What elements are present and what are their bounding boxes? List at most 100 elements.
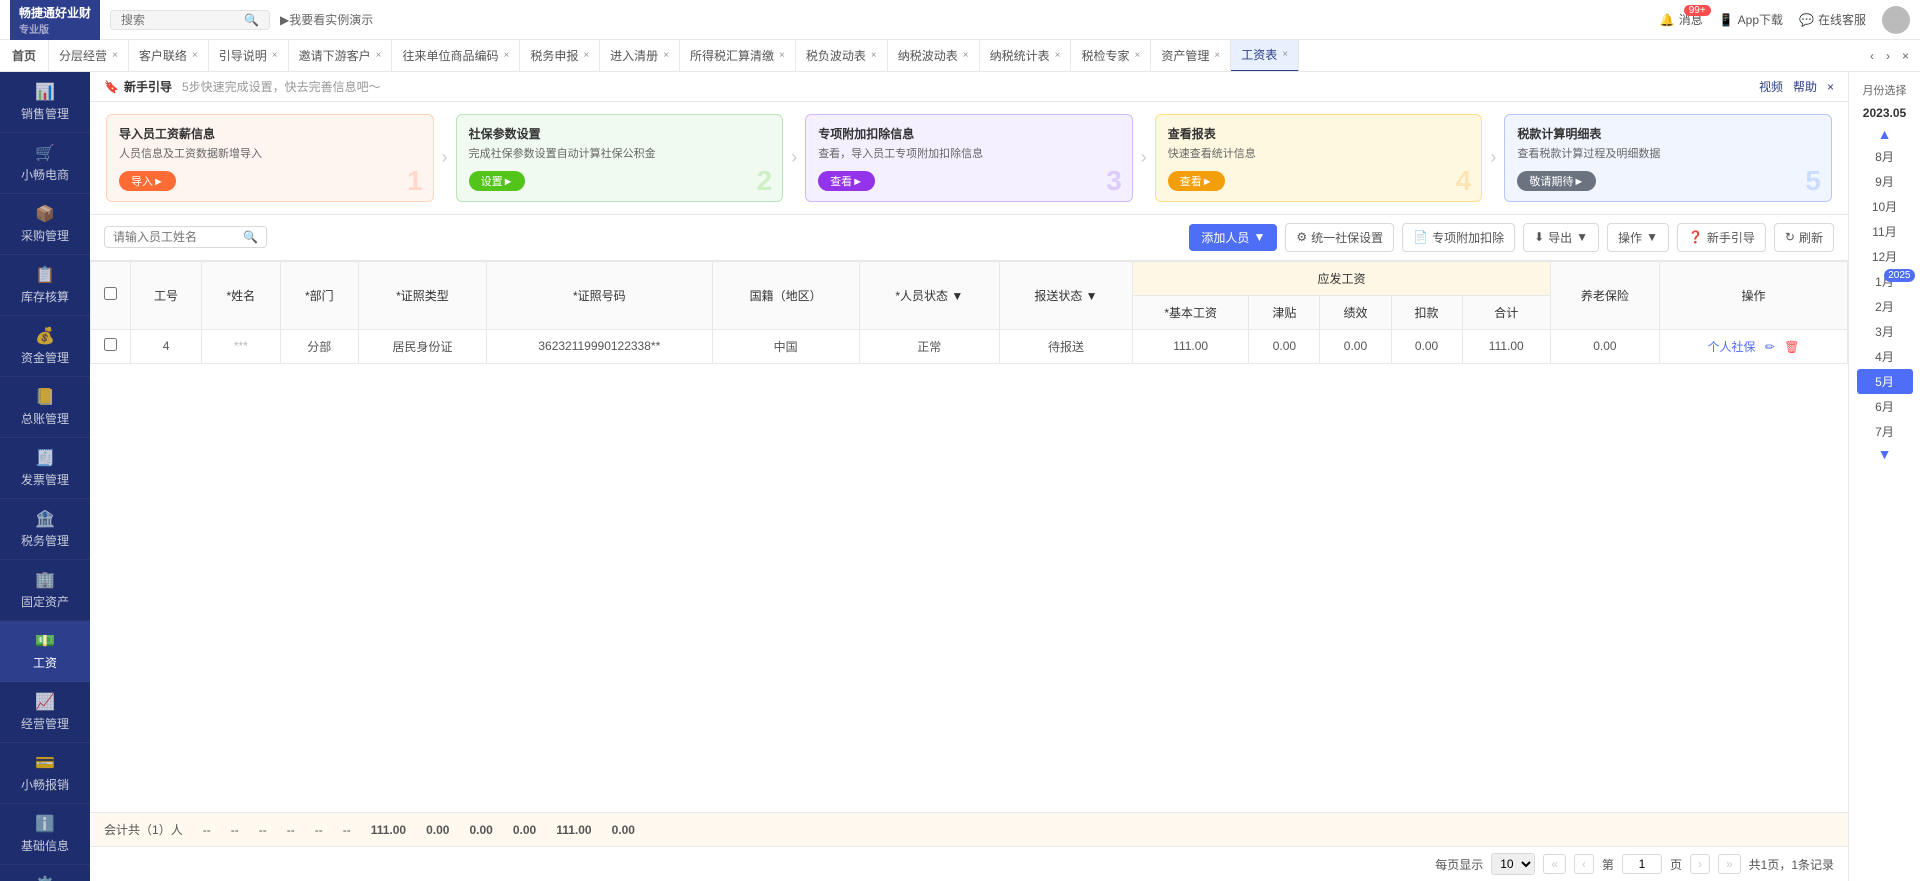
- page-number-input[interactable]: [1622, 854, 1662, 874]
- online-service-button[interactable]: 💬 在线客服: [1799, 11, 1866, 28]
- step-4-btn[interactable]: 查看►: [1168, 171, 1225, 191]
- export-dropdown-icon[interactable]: ▼: [1576, 230, 1588, 244]
- next-page-btn[interactable]: ›: [1690, 854, 1710, 874]
- tab-close-icon[interactable]: ×: [112, 50, 118, 61]
- refresh-button[interactable]: ↻ 刷新: [1774, 223, 1834, 252]
- tab-wanglai[interactable]: 往来单位商品编码 ×: [392, 40, 520, 72]
- tab-yaoqing[interactable]: 邀请下游客户 ×: [289, 40, 393, 72]
- select-all-checkbox[interactable]: [104, 287, 117, 300]
- tab-close-icon-10[interactable]: ×: [963, 50, 969, 61]
- operation-button[interactable]: 操作 ▼: [1607, 223, 1669, 252]
- sidebar-item-ecommerce[interactable]: 🛒 小畅电商: [0, 133, 90, 194]
- tab-close-icon-6[interactable]: ×: [583, 50, 589, 61]
- month-5[interactable]: 5月: [1857, 369, 1913, 394]
- sidebar-item-assets[interactable]: 🏢 固定资产: [0, 560, 90, 621]
- add-person-dropdown-icon[interactable]: ▼: [1253, 230, 1265, 244]
- tab-close-icon-3[interactable]: ×: [272, 50, 278, 61]
- tab-fenceng[interactable]: 分层经营 ×: [49, 40, 129, 72]
- tab-kehu[interactable]: 客户联络 ×: [129, 40, 209, 72]
- tab-close-all[interactable]: ×: [1897, 47, 1914, 65]
- month-12[interactable]: 12月: [1857, 244, 1913, 269]
- sidebar-item-operations[interactable]: 📈 经营管理: [0, 682, 90, 743]
- month-down-nav[interactable]: ▼: [1876, 444, 1894, 464]
- sidebar-item-invoice[interactable]: 🧾 发票管理: [0, 438, 90, 499]
- topbar-search-box[interactable]: 🔍: [110, 10, 270, 30]
- month-11[interactable]: 11月: [1857, 219, 1913, 244]
- avatar[interactable]: [1882, 6, 1910, 34]
- row-checkbox[interactable]: [104, 338, 117, 351]
- tab-qingce[interactable]: 进入清册 ×: [600, 40, 680, 72]
- month-7[interactable]: 7月: [1857, 419, 1913, 444]
- tab-close-icon-5[interactable]: ×: [503, 50, 509, 61]
- special-deduction-button[interactable]: 📄 专项附加扣除: [1402, 223, 1515, 252]
- tab-prev-arrow[interactable]: ‹: [1865, 47, 1879, 65]
- sidebar-item-inventory[interactable]: 📋 库存核算: [0, 255, 90, 316]
- tab-next-arrow[interactable]: ›: [1881, 47, 1895, 65]
- step-2-btn[interactable]: 设置►: [469, 171, 526, 191]
- month-4[interactable]: 4月: [1857, 344, 1913, 369]
- tab-close-icon-2[interactable]: ×: [192, 50, 198, 61]
- sidebar-item-finance[interactable]: 💰 资金管理: [0, 316, 90, 377]
- prev-page-btn[interactable]: ‹: [1574, 854, 1594, 874]
- sidebar-item-expense[interactable]: 💳 小畅报销: [0, 743, 90, 804]
- message-button[interactable]: 🔔 消息 99+: [1660, 11, 1703, 28]
- finance-icon: 💰: [35, 326, 55, 346]
- step-1-btn[interactable]: 导入►: [119, 171, 176, 191]
- tab-close-icon-8[interactable]: ×: [779, 50, 785, 61]
- guide-button[interactable]: ❓ 新手引导: [1677, 223, 1766, 252]
- demo-link[interactable]: ▶ 我要看实例演示: [280, 11, 373, 28]
- month-2[interactable]: 2月: [1857, 294, 1913, 319]
- export-button[interactable]: ⬇ 导出 ▼: [1523, 223, 1599, 252]
- month-1[interactable]: 1月2025: [1857, 269, 1913, 294]
- tab-home[interactable]: 首页: [0, 40, 49, 72]
- tab-close-icon-7[interactable]: ×: [663, 50, 669, 61]
- last-page-btn[interactable]: »: [1718, 854, 1741, 874]
- td-pension: 0.00: [1550, 329, 1659, 363]
- toolbar-search-box[interactable]: 🔍: [104, 226, 267, 248]
- step-5-btn[interactable]: 敬请期待►: [1517, 171, 1596, 191]
- topbar-search-input[interactable]: [121, 13, 244, 27]
- tab-close-icon-11[interactable]: ×: [1055, 50, 1061, 61]
- month-up-nav[interactable]: ▲: [1876, 124, 1894, 144]
- month-3[interactable]: 3月: [1857, 319, 1913, 344]
- sidebar-item-basic[interactable]: ℹ️ 基础信息: [0, 804, 90, 865]
- tab-suodeshui[interactable]: 所得税汇算清缴 ×: [680, 40, 796, 72]
- first-page-btn[interactable]: «: [1543, 854, 1566, 874]
- per-page-select[interactable]: 10 20 50: [1491, 853, 1535, 875]
- month-6[interactable]: 6月: [1857, 394, 1913, 419]
- sidebar-item-tax[interactable]: 🏦 税务管理: [0, 499, 90, 560]
- step-3-btn[interactable]: 查看►: [818, 171, 875, 191]
- sidebar-item-payroll[interactable]: 💵 工资: [0, 621, 90, 682]
- tab-close-icon-9[interactable]: ×: [871, 50, 877, 61]
- tab-shuijian[interactable]: 税检专家 ×: [1071, 40, 1151, 72]
- tab-close-icon-12[interactable]: ×: [1134, 50, 1140, 61]
- month-9[interactable]: 9月: [1857, 169, 1913, 194]
- action-delete[interactable]: 🗑: [1784, 340, 1799, 354]
- tab-nashui[interactable]: 纳税波动表 ×: [888, 40, 980, 72]
- sidebar-item-sales[interactable]: 📊 销售管理: [0, 72, 90, 133]
- tab-shuiwu[interactable]: 税务申报 ×: [520, 40, 600, 72]
- tab-shuifu[interactable]: 税负波动表 ×: [796, 40, 888, 72]
- tab-yindao[interactable]: 引导说明 ×: [209, 40, 289, 72]
- tab-close-icon-13[interactable]: ×: [1214, 50, 1220, 61]
- sidebar-item-system[interactable]: ⚙️ 系统管理: [0, 865, 90, 881]
- action-personal-insurance[interactable]: 个人社保: [1707, 340, 1755, 354]
- tab-close-icon-14[interactable]: ×: [1282, 49, 1288, 60]
- video-link[interactable]: 视频: [1759, 78, 1783, 95]
- sidebar-item-purchase[interactable]: 📦 采购管理: [0, 194, 90, 255]
- month-8[interactable]: 8月: [1857, 144, 1913, 169]
- tab-close-icon-4[interactable]: ×: [376, 50, 382, 61]
- month-10[interactable]: 10月: [1857, 194, 1913, 219]
- tab-gongzi[interactable]: 工资表 ×: [1231, 40, 1299, 72]
- tab-zichan[interactable]: 资产管理 ×: [1151, 40, 1231, 72]
- operation-dropdown-icon[interactable]: ▼: [1646, 230, 1658, 244]
- add-person-button[interactable]: 添加人员 ▼: [1189, 224, 1277, 251]
- help-link[interactable]: 帮助: [1793, 78, 1817, 95]
- guide-close-icon[interactable]: ×: [1827, 80, 1834, 94]
- app-download-button[interactable]: 📱 App下载: [1719, 11, 1783, 28]
- employee-search-input[interactable]: [113, 230, 243, 244]
- tab-nashuitongji[interactable]: 纳税统计表 ×: [980, 40, 1072, 72]
- unified-setting-button[interactable]: ⚙ 统一社保设置: [1285, 223, 1394, 252]
- sidebar-item-ledger[interactable]: 📒 总账管理: [0, 377, 90, 438]
- action-edit[interactable]: ✏: [1765, 340, 1775, 354]
